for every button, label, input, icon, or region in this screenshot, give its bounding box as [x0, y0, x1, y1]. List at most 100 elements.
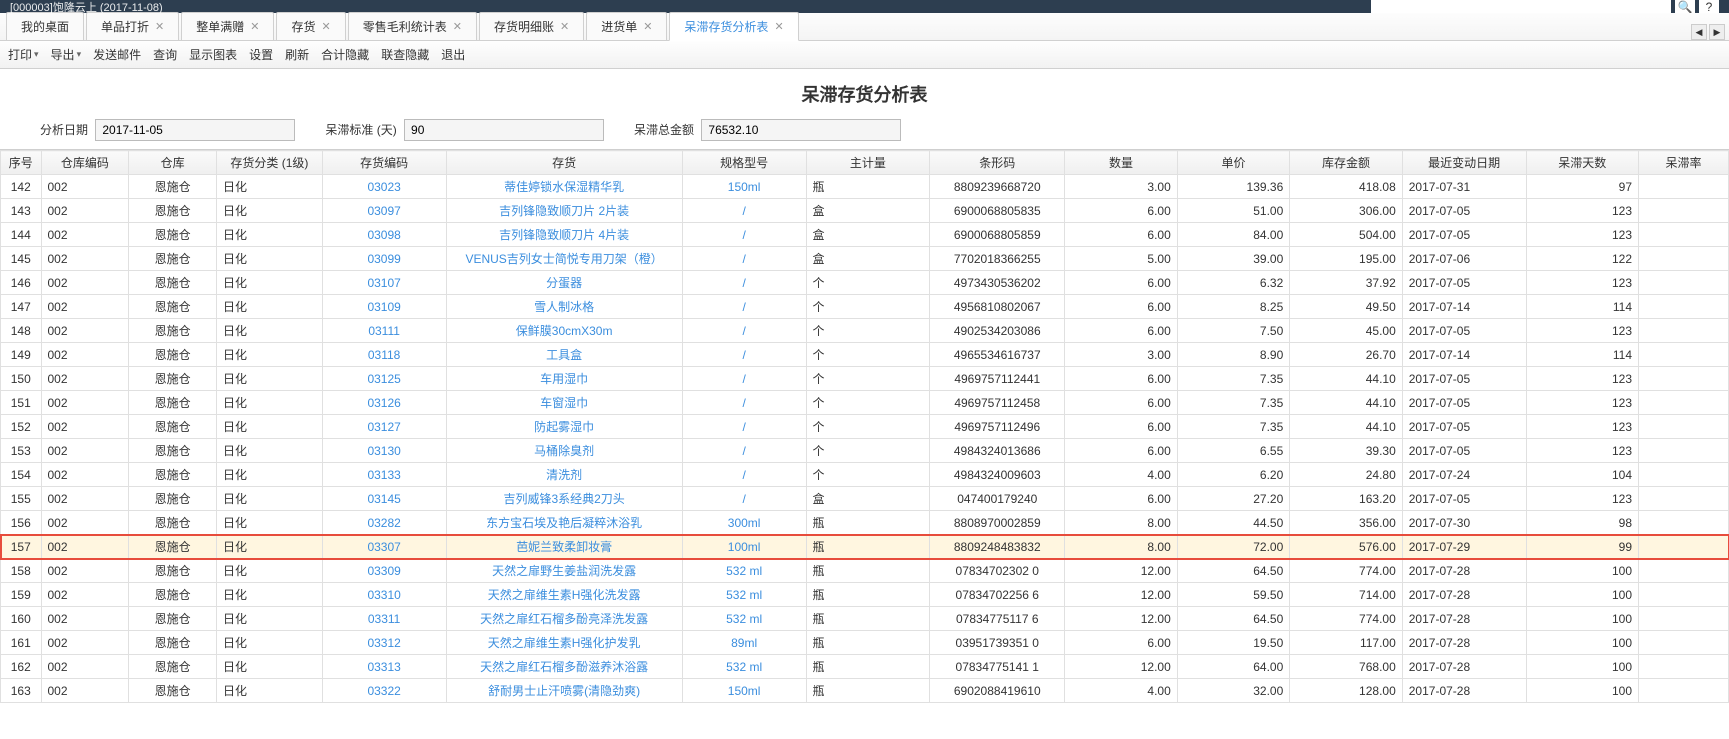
column-header[interactable]: 主计量	[806, 151, 930, 175]
cell[interactable]: 马桶除臭剂	[446, 439, 682, 463]
cell[interactable]: 天然之扉野生姜盐润洗发露	[446, 559, 682, 583]
table-row[interactable]: 163002恩施仓日化03322舒耐男士止汗喷雾(清隐劲爽)150ml瓶6902…	[1, 679, 1729, 703]
filter-std-input[interactable]	[404, 119, 604, 141]
cell[interactable]: 保鲜膜30cmX30m	[446, 319, 682, 343]
cell[interactable]: VENUS吉列女士简悦专用刀架（橙）	[446, 247, 682, 271]
cell[interactable]: 532 ml	[682, 559, 806, 583]
toolbar-btn-9[interactable]: 退出	[441, 46, 465, 63]
table-row[interactable]: 162002恩施仓日化03313天然之扉红石榴多酚滋养沐浴露532 ml瓶078…	[1, 655, 1729, 679]
cell[interactable]: 89ml	[682, 631, 806, 655]
cell[interactable]: /	[682, 295, 806, 319]
cell[interactable]: 吉列威锋3系经典2刀头	[446, 487, 682, 511]
cell[interactable]: /	[682, 487, 806, 511]
toolbar-btn-5[interactable]: 设置	[249, 46, 273, 63]
cell[interactable]: 03118	[322, 343, 446, 367]
cell[interactable]: 东方宝石埃及艳后凝粹沐浴乳	[446, 511, 682, 535]
column-header[interactable]: 存货	[446, 151, 682, 175]
cell[interactable]: /	[682, 223, 806, 247]
column-header[interactable]: 数量	[1065, 151, 1178, 175]
table-row[interactable]: 161002恩施仓日化03312天然之扉维生素H强化护发乳89ml瓶039517…	[1, 631, 1729, 655]
cell[interactable]: 03311	[322, 607, 446, 631]
tab-2[interactable]: 整单满赠✕	[181, 12, 274, 40]
cell[interactable]: 03023	[322, 175, 446, 199]
cell[interactable]: 03107	[322, 271, 446, 295]
toolbar-btn-7[interactable]: 合计隐藏	[321, 46, 369, 63]
cell[interactable]: 芭妮兰致柔卸妆膏	[446, 535, 682, 559]
table-row[interactable]: 155002恩施仓日化03145吉列威锋3系经典2刀头/盒04740017924…	[1, 487, 1729, 511]
cell[interactable]: /	[682, 247, 806, 271]
cell[interactable]: 防起雾湿巾	[446, 415, 682, 439]
cell[interactable]: /	[682, 463, 806, 487]
table-row[interactable]: 160002恩施仓日化03311天然之扉红石榴多酚亮泽洗发露532 ml瓶078…	[1, 607, 1729, 631]
cell[interactable]: 吉列锋隐致顺刀片 2片装	[446, 199, 682, 223]
tab-1[interactable]: 单品打折✕	[86, 12, 179, 40]
cell[interactable]: 300ml	[682, 511, 806, 535]
column-header[interactable]: 呆滞天数	[1526, 151, 1639, 175]
cell[interactable]: 工具盒	[446, 343, 682, 367]
cell[interactable]: 03109	[322, 295, 446, 319]
cell[interactable]: /	[682, 199, 806, 223]
tab-scroll-right-icon[interactable]: ▶	[1709, 24, 1725, 40]
table-row[interactable]: 156002恩施仓日化03282东方宝石埃及艳后凝粹沐浴乳300ml瓶88089…	[1, 511, 1729, 535]
cell[interactable]: 03098	[322, 223, 446, 247]
toolbar-btn-0[interactable]: 打印	[8, 46, 39, 63]
column-header[interactable]: 仓库	[129, 151, 217, 175]
cell[interactable]: 03310	[322, 583, 446, 607]
tab-0[interactable]: 我的桌面	[6, 12, 84, 40]
close-icon[interactable]: ✕	[250, 20, 259, 33]
filter-date-input[interactable]	[95, 119, 295, 141]
cell[interactable]: 舒耐男士止汗喷雾(清隐劲爽)	[446, 679, 682, 703]
cell[interactable]: 532 ml	[682, 607, 806, 631]
table-row[interactable]: 142002恩施仓日化03023蒂佳婷锁水保湿精华乳150ml瓶88092396…	[1, 175, 1729, 199]
column-header[interactable]: 呆滞率	[1639, 151, 1729, 175]
toolbar-btn-6[interactable]: 刷新	[285, 46, 309, 63]
table-row[interactable]: 148002恩施仓日化03111保鲜膜30cmX30m/个49025342030…	[1, 319, 1729, 343]
cell[interactable]: 天然之扉维生素H强化护发乳	[446, 631, 682, 655]
close-icon[interactable]: ✕	[322, 20, 331, 33]
tab-scroll-left-icon[interactable]: ◀	[1691, 24, 1707, 40]
cell[interactable]: /	[682, 415, 806, 439]
cell[interactable]: 03133	[322, 463, 446, 487]
cell[interactable]: 分蛋器	[446, 271, 682, 295]
cell[interactable]: /	[682, 367, 806, 391]
table-row[interactable]: 159002恩施仓日化03310天然之扉维生素H强化洗发露532 ml瓶0783…	[1, 583, 1729, 607]
cell[interactable]: 03313	[322, 655, 446, 679]
cell[interactable]: 03097	[322, 199, 446, 223]
column-header[interactable]: 单价	[1177, 151, 1290, 175]
cell[interactable]: 03111	[322, 319, 446, 343]
cell[interactable]: 吉列锋隐致顺刀片 4片装	[446, 223, 682, 247]
table-row[interactable]: 147002恩施仓日化03109雪人制冰格/个49568108020676.00…	[1, 295, 1729, 319]
close-icon[interactable]: ✕	[453, 20, 462, 33]
cell[interactable]: 03309	[322, 559, 446, 583]
search-icon[interactable]: 🔍	[1675, 0, 1695, 13]
cell[interactable]: 天然之扉维生素H强化洗发露	[446, 583, 682, 607]
cell[interactable]: 03282	[322, 511, 446, 535]
cell[interactable]: 532 ml	[682, 583, 806, 607]
cell[interactable]: 03307	[322, 535, 446, 559]
filter-amt-input[interactable]	[701, 119, 901, 141]
tab-4[interactable]: 零售毛利统计表✕	[348, 12, 477, 40]
cell[interactable]: 天然之扉红石榴多酚滋养沐浴露	[446, 655, 682, 679]
cell[interactable]: 蒂佳婷锁水保湿精华乳	[446, 175, 682, 199]
cell[interactable]: 03127	[322, 415, 446, 439]
toolbar-btn-3[interactable]: 查询	[153, 46, 177, 63]
toolbar-btn-8[interactable]: 联查隐藏	[381, 46, 429, 63]
table-row[interactable]: 153002恩施仓日化03130马桶除臭剂/个49843240136866.00…	[1, 439, 1729, 463]
toolbar-btn-1[interactable]: 导出	[51, 46, 82, 63]
cell[interactable]: 532 ml	[682, 655, 806, 679]
cell[interactable]: /	[682, 271, 806, 295]
table-row[interactable]: 151002恩施仓日化03126车窗湿巾/个49697571124586.007…	[1, 391, 1729, 415]
column-header[interactable]: 序号	[1, 151, 42, 175]
cell[interactable]: /	[682, 343, 806, 367]
column-header[interactable]: 最近变动日期	[1402, 151, 1526, 175]
column-header[interactable]: 存货分类 (1级)	[217, 151, 323, 175]
column-header[interactable]: 仓库编码	[41, 151, 129, 175]
cell[interactable]: 雪人制冰格	[446, 295, 682, 319]
table-row[interactable]: 146002恩施仓日化03107分蛋器/个49734305362026.006.…	[1, 271, 1729, 295]
table-row[interactable]: 144002恩施仓日化03098吉列锋隐致顺刀片 4片装/盒6900068805…	[1, 223, 1729, 247]
close-icon[interactable]: ✕	[643, 20, 652, 33]
cell[interactable]: /	[682, 319, 806, 343]
tab-7[interactable]: 呆滞存货分析表✕	[669, 12, 798, 41]
table-row[interactable]: 149002恩施仓日化03118工具盒/个49655346167373.008.…	[1, 343, 1729, 367]
cell[interactable]: 03099	[322, 247, 446, 271]
